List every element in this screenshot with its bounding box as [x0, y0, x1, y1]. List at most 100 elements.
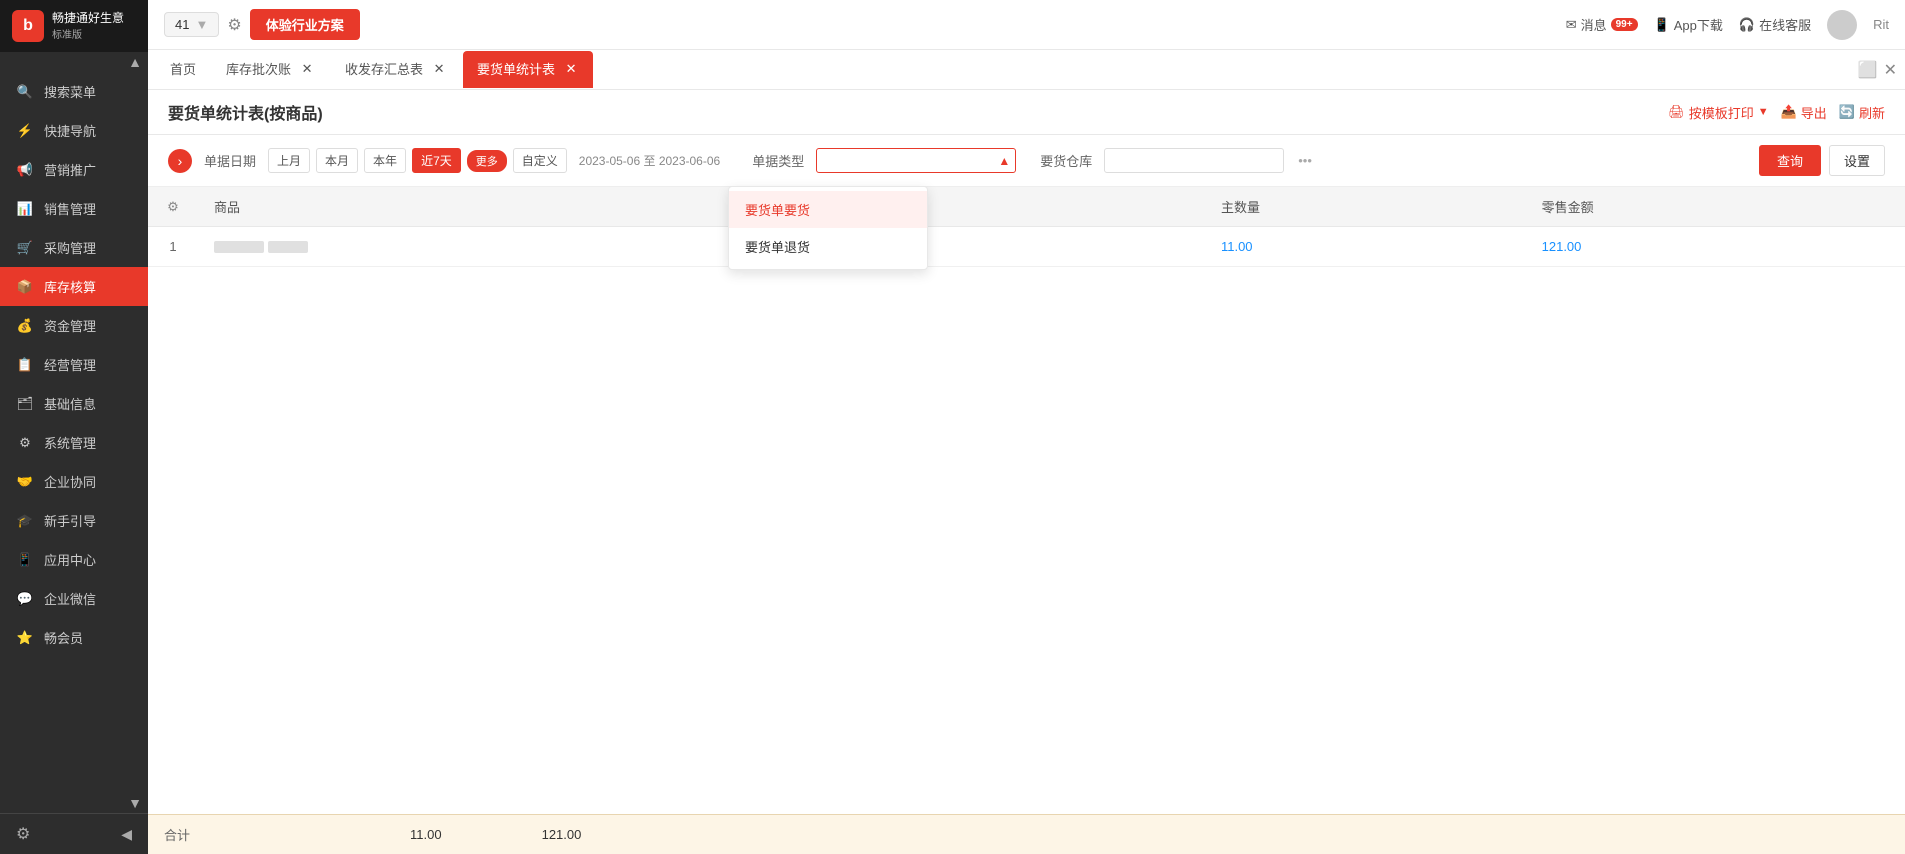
col-header-settings[interactable]: ⚙ — [148, 187, 198, 227]
warehouse-input[interactable] — [1104, 148, 1284, 173]
sidebar-collapse-arrow[interactable]: ▲ — [0, 52, 148, 72]
tab-close-batch-account[interactable]: ✕ — [299, 61, 315, 77]
tab-order-stats[interactable]: 要货单统计表 ✕ — [463, 51, 593, 88]
messages-button[interactable]: ✉ 消息 99+ — [1566, 15, 1638, 34]
type-select-arrow-up[interactable]: ▲ — [998, 154, 1010, 168]
refresh-button[interactable]: 🔄 刷新 — [1839, 103, 1885, 122]
date-btn-this-month[interactable]: 本月 — [316, 148, 358, 173]
sidebar-item-member[interactable]: ⭐ 畅会员 — [0, 618, 148, 657]
warehouse-filter-label: 要货仓库 — [1040, 151, 1092, 170]
col-header-product: 商品 — [198, 187, 767, 227]
sidebar-menu: 🔍 搜索菜单 ⚡ 快捷导航 📢 营销推广 📊 销售管理 🛒 采购管理 📦 库存核… — [0, 72, 148, 793]
finance-icon: 💰 — [16, 317, 34, 335]
filter-actions: 查询 设置 — [1759, 145, 1885, 176]
system-icon: ⚙ — [16, 434, 34, 452]
filter-bar: › 单据日期 上月 本月 本年 近7天 更多 自定义 2023-05-06 至 … — [148, 135, 1905, 187]
table-header-row: ⚙ 商品 主计量单位 主数量 零售金额 — [148, 187, 1905, 227]
tab-receive-summary[interactable]: 收发存汇总表 ✕ — [331, 51, 461, 88]
date-btn-last-7-days[interactable]: 近7天 — [412, 148, 461, 173]
sidebar-item-marketing[interactable]: 📢 营销推广 — [0, 150, 148, 189]
sidebar-collapse-icon[interactable]: ◀ — [121, 826, 132, 843]
window-close-icon[interactable]: ✕ — [1884, 60, 1897, 80]
query-button[interactable]: 查询 — [1759, 145, 1821, 176]
app-center-icon: 📱 — [16, 551, 34, 569]
footer-amount: 121.00 — [542, 827, 582, 842]
product-placeholder — [214, 241, 751, 253]
sidebar-item-finance[interactable]: 💰 资金管理 — [0, 306, 148, 345]
sidebar-item-sales[interactable]: 📊 销售管理 — [0, 189, 148, 228]
type-select-wrapper: ▲ — [816, 148, 1016, 173]
footer-label: 合计 — [164, 825, 190, 844]
export-button[interactable]: 📤 导出 — [1781, 103, 1827, 122]
tab-home[interactable]: 首页 — [156, 51, 210, 88]
type-select-input[interactable] — [816, 148, 1016, 173]
tab-close-order-stats[interactable]: ✕ — [563, 61, 579, 77]
store-selector[interactable]: 41 ▼ — [164, 12, 219, 37]
sidebar-item-operations[interactable]: 📋 经营管理 — [0, 345, 148, 384]
tabbar: 首页 库存批次账 ✕ 收发存汇总表 ✕ 要货单统计表 ✕ ⬜ ✕ — [148, 50, 1905, 90]
column-settings-icon[interactable]: ⚙ — [167, 199, 179, 214]
row-index: 1 — [148, 227, 198, 267]
sidebar-scroll-down-arrow[interactable]: ▼ — [0, 793, 148, 813]
placeholder-bar-2 — [268, 241, 308, 253]
sidebar-item-wechat[interactable]: 💬 企业微信 — [0, 579, 148, 618]
purchase-icon: 🛒 — [16, 239, 34, 257]
operations-icon: 📋 — [16, 356, 34, 374]
placeholder-bar-1 — [214, 241, 264, 253]
row-amount: 121.00 — [1526, 227, 1905, 267]
tab-batch-account[interactable]: 库存批次账 ✕ — [212, 51, 329, 88]
print-icon: 🖨 — [1668, 104, 1685, 120]
date-filter-label: 单据日期 — [204, 151, 256, 170]
sidebar-settings-icon[interactable]: ⚙ — [16, 824, 30, 844]
beginner-icon: 🎓 — [16, 512, 34, 530]
filter-expand-button[interactable]: › — [168, 149, 192, 173]
date-buttons: 上月 本月 本年 近7天 更多 自定义 — [268, 148, 567, 173]
print-button[interactable]: 🖨 按模板打印 ▼ — [1668, 103, 1768, 122]
col-header-quantity: 主数量 — [1205, 187, 1526, 227]
search-icon: 🔍 — [16, 83, 34, 101]
sidebar: b 畅捷通好生意 标准版 ▲ 🔍 搜索菜单 ⚡ 快捷导航 📢 营销推广 📊 销售… — [0, 0, 148, 854]
type-dropdown: 要货单要货 要货单退货 — [728, 186, 928, 270]
sidebar-item-enterprise[interactable]: 🤝 企业协同 — [0, 462, 148, 501]
inventory-icon: 📦 — [16, 278, 34, 296]
page-content: 要货单统计表(按商品) 🖨 按模板打印 ▼ 📤 导出 🔄 刷新 › — [148, 90, 1905, 854]
type-filter-label: 单据类型 — [752, 151, 804, 170]
sidebar-item-basic-info[interactable]: 🗂 基础信息 — [0, 384, 148, 423]
row-product — [198, 227, 767, 267]
sidebar-item-app-center[interactable]: 📱 应用中心 — [0, 540, 148, 579]
tab-close-receive-summary[interactable]: ✕ — [431, 61, 447, 77]
wechat-icon: 💬 — [16, 590, 34, 608]
date-btn-last-month[interactable]: 上月 — [268, 148, 310, 173]
sidebar-item-quick-nav[interactable]: ⚡ 快捷导航 — [0, 111, 148, 150]
online-service-button[interactable]: 🎧 在线客服 — [1739, 15, 1811, 34]
dropdown-item-order-return[interactable]: 要货单退货 — [729, 228, 927, 265]
sidebar-item-beginner[interactable]: 🎓 新手引导 — [0, 501, 148, 540]
warehouse-more-icon[interactable]: ••• — [1298, 153, 1312, 168]
logo-text-block: 畅捷通好生意 标准版 — [52, 11, 124, 42]
app-download-button[interactable]: 📱 App下载 — [1654, 15, 1723, 34]
date-btn-custom[interactable]: 自定义 — [513, 148, 567, 173]
topbar-left: 41 ▼ ⚙ 体验行业方案 — [164, 9, 1554, 40]
window-restore-icon[interactable]: ⬜ — [1858, 60, 1878, 80]
member-icon: ⭐ — [16, 629, 34, 647]
trial-button[interactable]: 体验行业方案 — [250, 9, 360, 40]
date-btn-more[interactable]: 更多 — [467, 150, 507, 172]
sidebar-item-inventory[interactable]: 📦 库存核算 — [0, 267, 148, 306]
table-footer: 合计 11.00 121.00 — [148, 814, 1905, 854]
date-btn-this-year[interactable]: 本年 — [364, 148, 406, 173]
dropdown-item-order-goods[interactable]: 要货单要货 — [729, 191, 927, 228]
print-dropdown-arrow: ▼ — [1758, 106, 1769, 118]
user-avatar[interactable] — [1827, 10, 1857, 40]
sidebar-item-purchase[interactable]: 🛒 采购管理 — [0, 228, 148, 267]
tabbar-end: ⬜ ✕ — [1858, 60, 1897, 80]
sidebar-item-search[interactable]: 🔍 搜索菜单 — [0, 72, 148, 111]
app-logo: b 畅捷通好生意 标准版 — [0, 0, 148, 52]
filter-settings-button[interactable]: 设置 — [1829, 145, 1885, 176]
marketing-icon: 📢 — [16, 161, 34, 179]
topbar-settings-icon[interactable]: ⚙ — [227, 15, 241, 35]
lightning-icon: ⚡ — [16, 122, 34, 140]
export-icon: 📤 — [1781, 104, 1797, 120]
sales-icon: 📊 — [16, 200, 34, 218]
store-number: 41 — [175, 17, 189, 32]
sidebar-item-system[interactable]: ⚙ 系统管理 — [0, 423, 148, 462]
